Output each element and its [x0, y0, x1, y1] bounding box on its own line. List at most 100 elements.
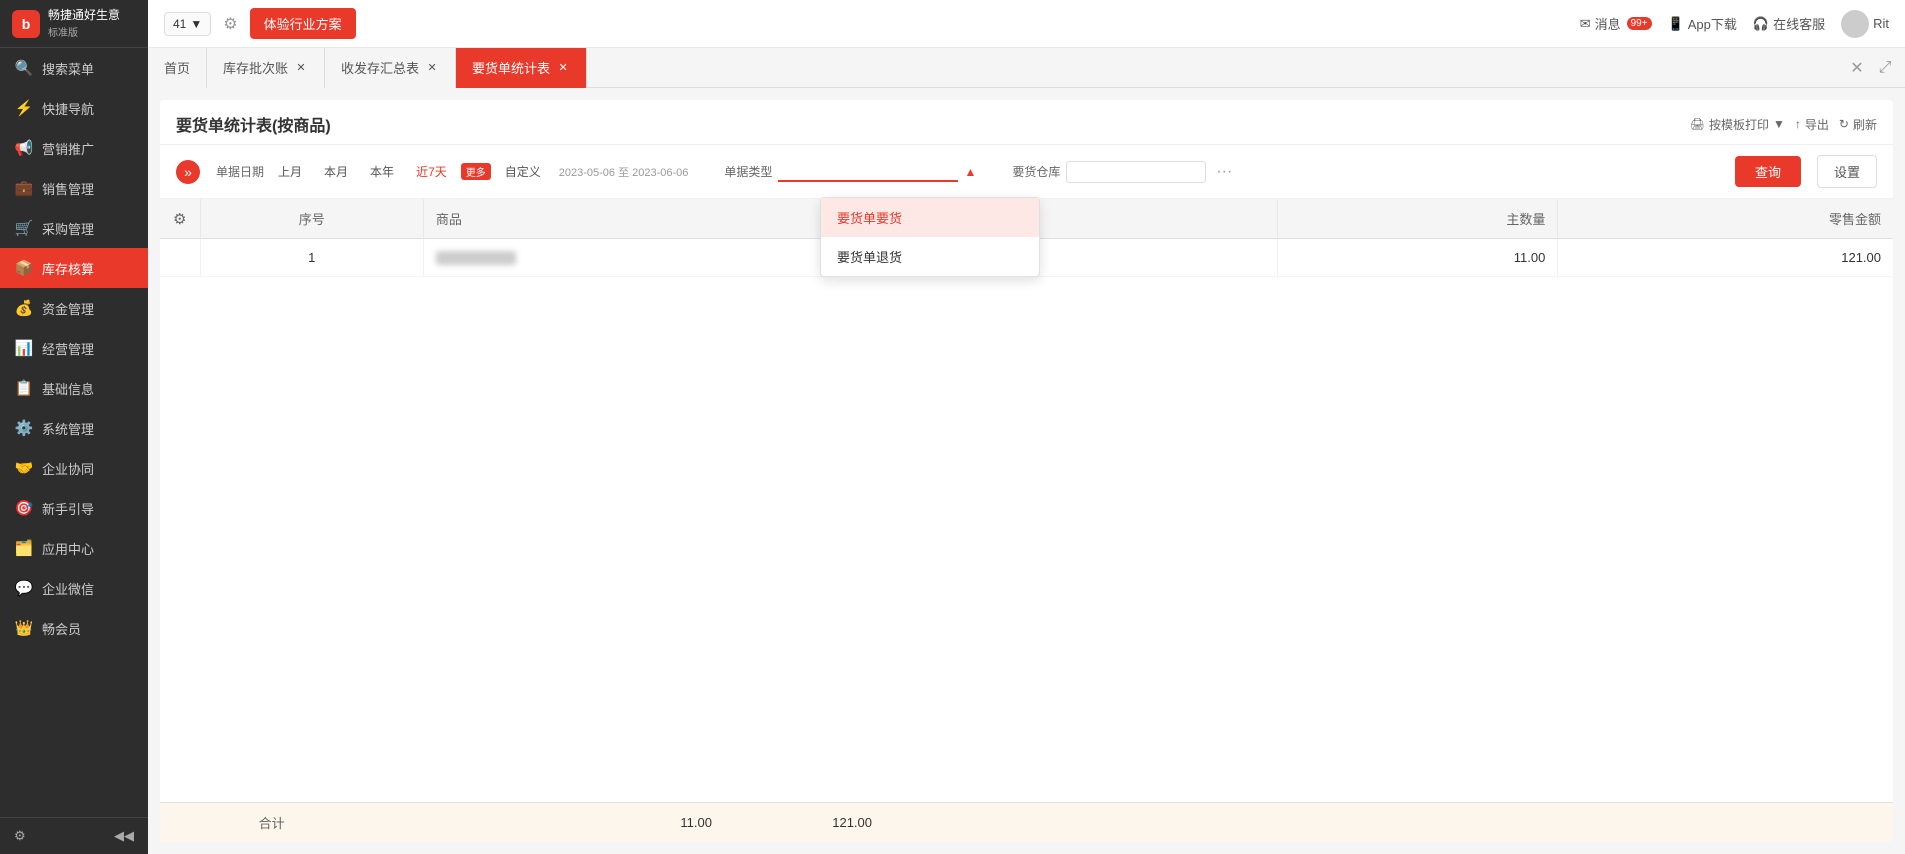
store-selector[interactable]: 41 ▼ — [164, 12, 211, 36]
date-btn-year[interactable]: 本年 — [362, 160, 402, 183]
operation-icon: 📊 — [14, 338, 34, 358]
page-content: 要货单统计表(按商品) 🖨 按模板打印 ▼ ↑ 导出 ↻ 刷新 — [148, 88, 1905, 854]
col-product: 商品 — [423, 199, 883, 239]
messages-btn[interactable]: ✉ 消息 99+ — [1580, 14, 1652, 33]
sidebar-item-purchase[interactable]: 🛒 采购管理 — [0, 208, 148, 248]
tab-order-summary[interactable]: 要货单统计表✕ — [456, 48, 587, 88]
wechat-icon: 💬 — [14, 578, 34, 598]
col-no: 序号 — [200, 199, 423, 239]
footer-quantity: 11.00 — [592, 815, 712, 830]
dropdown-item-requisition[interactable]: 要货单要货 — [821, 198, 1039, 237]
type-dropdown-icon[interactable]: ▲ — [964, 165, 976, 179]
footer-label: 合计 — [172, 813, 592, 832]
export-icon: ↑ — [1795, 117, 1801, 131]
sidebar-item-label-quick-nav: 快捷导航 — [42, 99, 94, 118]
main-area: 41 ▼ ⚙ 体验行业方案 ✉ 消息 99+ 📱 App下载 🎧 在线客服 R — [148, 0, 1905, 854]
query-btn[interactable]: 查询 — [1735, 156, 1801, 187]
maximize-tab-btn[interactable]: ⤢ — [1873, 56, 1897, 80]
date-filter-group: 单据日期 上月 本月 本年 近7天 更多 自定义 2023-05-06 至 20… — [216, 160, 688, 183]
logo-icon: b — [12, 10, 40, 38]
user-name: Rit — [1873, 16, 1889, 31]
tab-label-inventory-batch: 库存批次账 — [223, 58, 288, 77]
sidebar-item-appstore[interactable]: 🗂️ 应用中心 — [0, 528, 148, 568]
refresh-btn[interactable]: ↻ 刷新 — [1839, 116, 1877, 133]
col-quantity: 主数量 — [1278, 199, 1558, 239]
close-tab-btn[interactable]: ✕ — [1845, 56, 1869, 80]
quick-nav-icon: ⚡ — [14, 98, 34, 118]
tab-close-collection-summary[interactable]: ✕ — [425, 61, 439, 75]
sidebar-item-enterprise[interactable]: 🤝 企业协同 — [0, 448, 148, 488]
sidebar-item-guide[interactable]: 🎯 新手引导 — [0, 488, 148, 528]
row-product-0 — [423, 239, 883, 277]
sidebar-nav: 🔍 搜索菜单 ⚡ 快捷导航 📢 营销推广 💼 销售管理 🛒 采购管理 📦 库存核… — [0, 48, 148, 817]
date-btn-7days[interactable]: 近7天 — [408, 160, 455, 183]
download-icon: 📱 — [1668, 16, 1684, 32]
sidebar-item-wechat[interactable]: 💬 企业微信 — [0, 568, 148, 608]
table-footer: 合计 11.00 121.00 — [160, 802, 1893, 842]
inventory-icon: 📦 — [14, 258, 34, 278]
settings-btn[interactable]: 设置 — [1817, 155, 1877, 188]
tab-home[interactable]: 首页 — [148, 48, 207, 88]
sidebar-item-search[interactable]: 🔍 搜索菜单 — [0, 48, 148, 88]
tab-close-inventory-batch[interactable]: ✕ — [294, 61, 308, 75]
app-download-btn[interactable]: 📱 App下载 — [1668, 14, 1737, 33]
sales-icon: 💼 — [14, 178, 34, 198]
tab-inventory-batch[interactable]: 库存批次账 ✕ — [207, 48, 325, 88]
sidebar-item-marketing[interactable]: 📢 营销推广 — [0, 128, 148, 168]
print-btn[interactable]: 🖨 按模板打印 ▼ — [1690, 116, 1785, 133]
sidebar-item-finance[interactable]: 💰 资金管理 — [0, 288, 148, 328]
industry-btn[interactable]: 体验行业方案 — [250, 8, 356, 39]
tab-collection-summary[interactable]: 收发存汇总表 ✕ — [325, 48, 456, 88]
sidebar-item-label-search: 搜索菜单 — [42, 59, 94, 78]
sidebar-item-label-member: 畅会员 — [42, 619, 81, 638]
header-right: ✉ 消息 99+ 📱 App下载 🎧 在线客服 Rit — [1580, 10, 1889, 38]
service-icon: 🎧 — [1753, 16, 1769, 32]
date-btn-custom[interactable]: 自定义 — [497, 160, 549, 183]
store-num: 41 — [173, 17, 186, 31]
type-filter-input[interactable] — [778, 162, 958, 182]
enterprise-icon: 🤝 — [14, 458, 34, 478]
sidebar-item-quick-nav[interactable]: ⚡ 快捷导航 — [0, 88, 148, 128]
marketing-icon: 📢 — [14, 138, 34, 158]
sidebar-item-sales[interactable]: 💼 销售管理 — [0, 168, 148, 208]
sidebar-item-inventory[interactable]: 📦 库存核算 — [0, 248, 148, 288]
message-label: 消息 — [1595, 14, 1621, 33]
sidebar-item-label-wechat: 企业微信 — [42, 579, 94, 598]
gear-icon[interactable]: ⚙ — [223, 14, 237, 34]
sidebar-item-basic[interactable]: 📋 基础信息 — [0, 368, 148, 408]
settings-footer-btn[interactable]: ⚙ — [14, 828, 26, 844]
basic-icon: 📋 — [14, 378, 34, 398]
filter-expand-btn[interactable]: » — [176, 160, 200, 184]
footer-amount: 121.00 — [792, 815, 872, 830]
row-amount-0: 121.00 — [1558, 239, 1893, 277]
row-quantity-0: 11.00 — [1278, 239, 1558, 277]
date-filter-label: 单据日期 — [216, 163, 264, 180]
date-more-badge[interactable]: 更多 — [461, 163, 491, 180]
tab-label-collection-summary: 收发存汇总表 — [341, 58, 419, 77]
warehouse-filter-input[interactable] — [1066, 161, 1206, 183]
user-area[interactable]: Rit — [1841, 10, 1889, 38]
col-settings[interactable]: ⚙ — [160, 199, 200, 239]
online-service-btn[interactable]: 🎧 在线客服 — [1753, 14, 1825, 33]
collapse-btn[interactable]: ◀◀ — [114, 828, 134, 844]
sidebar-item-operation[interactable]: 📊 经营管理 — [0, 328, 148, 368]
header-left: 41 ▼ ⚙ 体验行业方案 — [164, 8, 356, 39]
export-btn[interactable]: ↑ 导出 — [1795, 116, 1829, 133]
date-btn-current[interactable]: 本月 — [316, 160, 356, 183]
logo-text: 畅捷通好生意 — [48, 8, 120, 24]
page-title-bar: 要货单统计表(按商品) 🖨 按模板打印 ▼ ↑ 导出 ↻ 刷新 — [160, 100, 1893, 145]
page-title: 要货单统计表(按商品) — [176, 112, 331, 136]
date-btn-up[interactable]: 上月 — [270, 160, 310, 183]
sidebar-item-member[interactable]: 👑 畅会员 — [0, 608, 148, 648]
sidebar-item-label-basic: 基础信息 — [42, 379, 94, 398]
warehouse-filter-group: 要货仓库 ··· — [1012, 161, 1232, 183]
tab-close-order-summary[interactable]: ✕ — [556, 61, 570, 75]
filter-more-btn[interactable]: ··· — [1216, 163, 1232, 181]
col-amount: 零售金额 — [1558, 199, 1893, 239]
sidebar-item-label-appstore: 应用中心 — [42, 539, 94, 558]
dropdown-item-return[interactable]: 要货单退货 — [821, 237, 1039, 276]
tabs-right: ✕ ⤢ — [1845, 56, 1905, 80]
type-filter-label: 单据类型 — [724, 163, 772, 180]
sidebar-item-system[interactable]: ⚙️ 系统管理 — [0, 408, 148, 448]
online-service-label: 在线客服 — [1773, 14, 1825, 33]
